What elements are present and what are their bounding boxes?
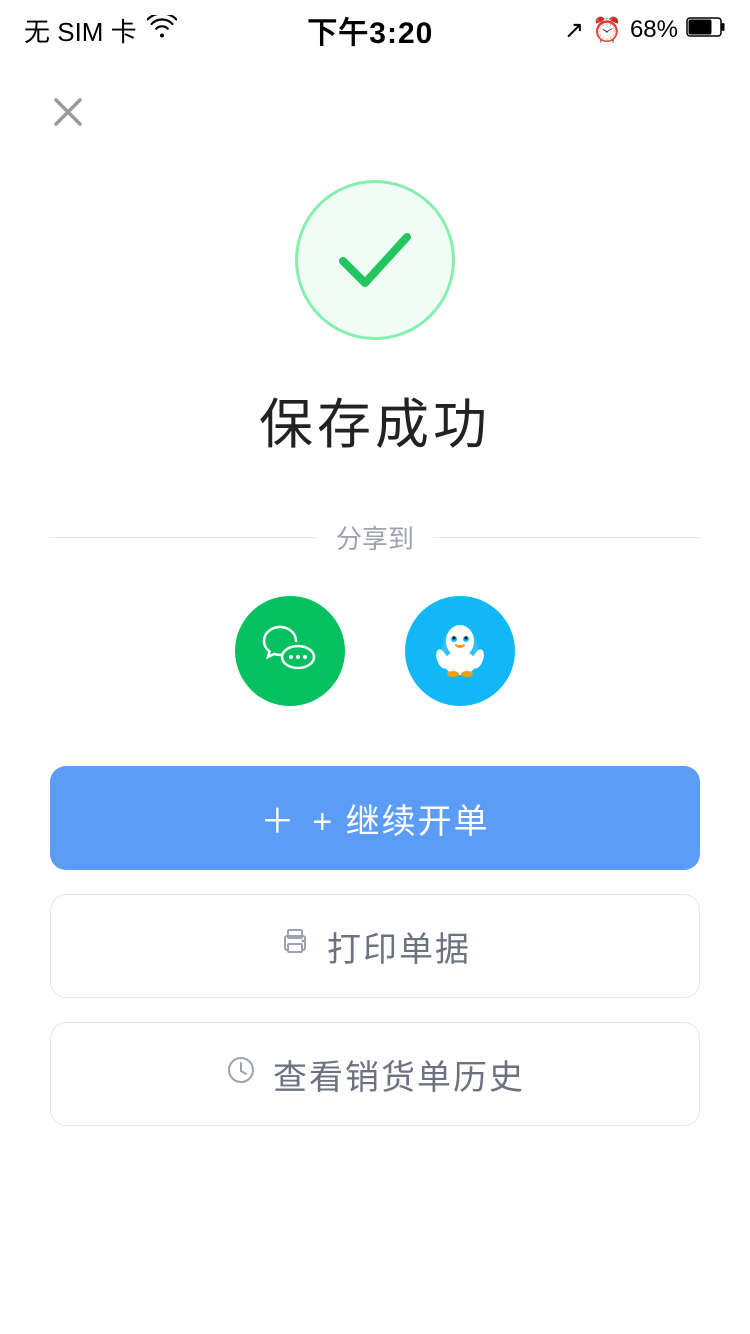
- qq-share-button[interactable]: [405, 596, 515, 706]
- success-title: 保存成功: [259, 380, 491, 459]
- share-section: 分享到: [50, 519, 700, 706]
- divider-left: [50, 537, 316, 538]
- battery-icon: [686, 16, 726, 45]
- share-divider: 分享到: [50, 519, 700, 556]
- status-left: 无 SIM 卡: [24, 12, 177, 49]
- wechat-share-button[interactable]: [235, 596, 345, 706]
- print-button[interactable]: 打印单据: [50, 894, 700, 998]
- main-content: 保存成功 分享到: [0, 140, 750, 1334]
- close-row: [0, 60, 750, 140]
- print-icon: [279, 926, 311, 967]
- close-button[interactable]: [40, 84, 96, 140]
- clock-icon: [225, 1054, 257, 1095]
- history-label: 查看销货单历史: [273, 1050, 525, 1099]
- plus-icon: ＋: [260, 794, 296, 843]
- alarm-icon: ⏰: [592, 16, 622, 45]
- share-icons-row: [50, 596, 700, 706]
- status-bar: 无 SIM 卡 下午3:20 ↗ ⏰ 68%: [0, 0, 750, 60]
- success-icon-circle: [295, 180, 455, 340]
- divider-right: [434, 537, 700, 538]
- print-label: 打印单据: [327, 922, 471, 971]
- continue-label: + 继续开单: [312, 794, 489, 843]
- location-icon: ↗: [564, 16, 584, 45]
- status-time: 下午3:20: [307, 8, 433, 52]
- share-label: 分享到: [336, 519, 414, 556]
- no-sim-text: 无 SIM 卡: [24, 12, 137, 49]
- continue-button[interactable]: ＋ + 继续开单: [50, 766, 700, 870]
- battery-percent: 68%: [630, 16, 678, 44]
- wifi-icon: [147, 15, 177, 46]
- actions-section: ＋ + 继续开单 打印单据 查看销货单历史: [50, 766, 700, 1126]
- status-right: ↗ ⏰ 68%: [564, 16, 726, 45]
- history-button[interactable]: 查看销货单历史: [50, 1022, 700, 1126]
